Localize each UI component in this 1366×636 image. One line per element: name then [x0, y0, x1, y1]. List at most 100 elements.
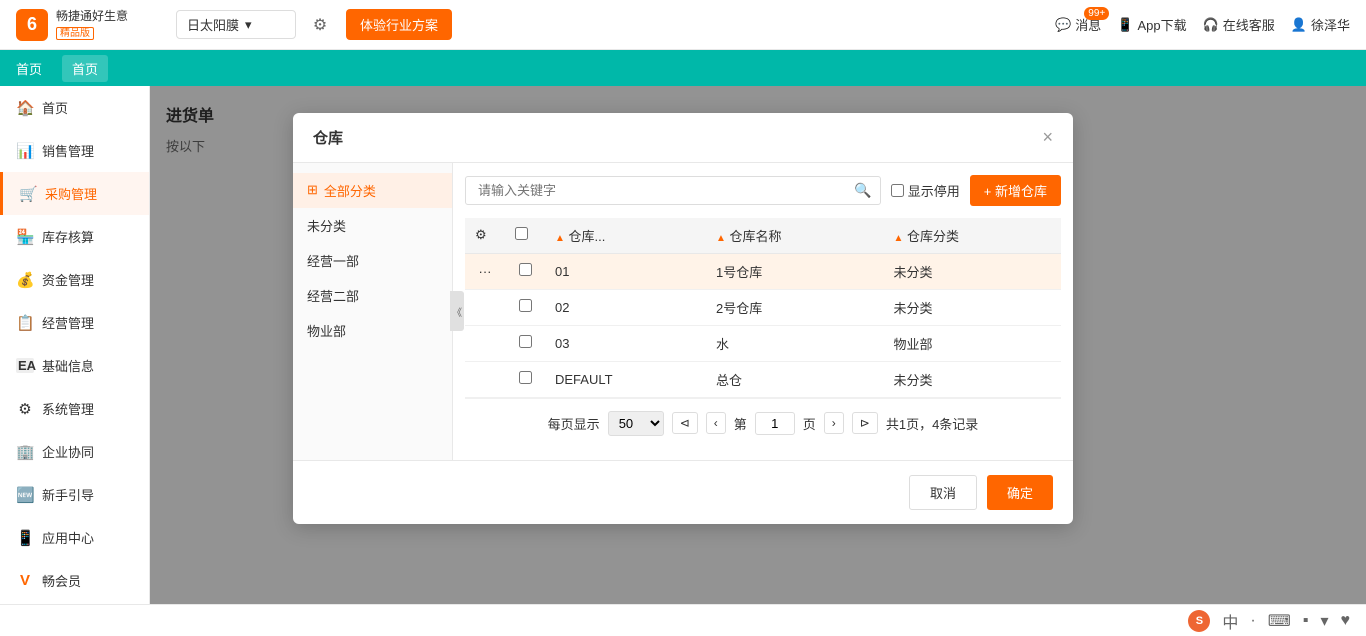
sidebar-item-enterprise[interactable]: 🏢 企业协同 [0, 430, 149, 473]
settings-button[interactable]: ⚙ [304, 9, 336, 41]
col-checkbox [505, 218, 545, 254]
top-header: 6 畅捷通好生意 精品版 日太阳膜 ▾ ⚙ 体验行业方案 💬 消息 99+ 📱 … [0, 0, 1366, 50]
confirm-button[interactable]: 确定 [987, 475, 1053, 510]
sidebar-label-operation: 经营管理 [42, 313, 94, 332]
sidebar-item-newbie[interactable]: 🆕 新手引导 [0, 473, 149, 516]
show-disabled-label[interactable]: 显示停用 [891, 181, 960, 200]
table-row[interactable]: DEFAULT 总仓 未分类 [465, 361, 1061, 397]
cancel-button[interactable]: 取消 [909, 475, 977, 510]
store-selector[interactable]: 日太阳膜 ▾ [176, 10, 296, 39]
toolbar-icon1[interactable]: ▪ [1303, 612, 1309, 630]
sidebar-label-vip: 畅会员 [42, 571, 81, 590]
dot-icon: · [1250, 612, 1255, 630]
category-all-label: 全部分类 [324, 181, 376, 200]
row-num-1: 01 [545, 253, 706, 289]
first-page-button[interactable]: ⊲ [672, 412, 698, 434]
heart-icon[interactable]: ♥ [1341, 612, 1351, 630]
sidebar-label-system: 系统管理 [42, 399, 94, 418]
sidebar-item-operation[interactable]: 📋 经营管理 [0, 301, 149, 344]
purchase-icon: 🛒 [19, 185, 37, 203]
sidebar-item-finance[interactable]: 💰 资金管理 [0, 258, 149, 301]
sidebar-item-purchase[interactable]: 🛒 采购管理 [0, 172, 149, 215]
message-icon: 💬 [1055, 17, 1071, 33]
current-page[interactable]: 首页 [62, 55, 108, 82]
row-checkbox [505, 253, 545, 289]
add-warehouse-button[interactable]: + 新增仓库 [970, 175, 1061, 206]
page-suffix: 页 [803, 414, 816, 433]
warehouse-panel: 🔍 显示停用 + 新增仓库 ⚙ [453, 163, 1073, 460]
col-gear: ⚙ [465, 218, 505, 254]
sidebar-item-sales[interactable]: 📊 销售管理 [0, 129, 149, 172]
sidebar-item-apps[interactable]: 📱 应用中心 [0, 516, 149, 559]
category-item-unclassified[interactable]: 未分类 [293, 208, 452, 243]
user-item[interactable]: 👤 徐泽华 [1291, 15, 1350, 34]
app-name: 畅捷通好生意 [56, 9, 128, 25]
per-page-select[interactable]: 50 10 20 100 [608, 411, 664, 436]
bottom-bar: S 中 · ⌨ ▪ ▾ ♥ [0, 604, 1366, 636]
sidebar-item-basic-info[interactable]: EA 基础信息 [0, 344, 149, 387]
row-category-4: 未分类 [883, 361, 1061, 397]
enterprise-icon: 🏢 [16, 443, 34, 461]
row-num-4: DEFAULT [545, 361, 706, 397]
category-panel: ⊞ 全部分类 未分类 经营一部 经营二部 物业部 《 [293, 163, 453, 460]
toolbar-icon2[interactable]: ▾ [1320, 611, 1328, 631]
category-item-ops2[interactable]: 经营二部 [293, 278, 452, 313]
logo-area: 6 畅捷通好生意 精品版 [16, 9, 166, 41]
apps-icon: 📱 [16, 529, 34, 547]
vip-icon: V [16, 572, 34, 589]
row-category-1: 未分类 [883, 253, 1061, 289]
select-all-checkbox[interactable] [515, 227, 528, 240]
row-checkbox [505, 289, 545, 325]
row-gear [465, 361, 505, 397]
last-page-button[interactable]: ⊳ [852, 412, 878, 434]
show-disabled-checkbox[interactable] [891, 184, 904, 197]
row-checkbox [505, 325, 545, 361]
category-item-ops1[interactable]: 经营一部 [293, 243, 452, 278]
row-gear [465, 289, 505, 325]
col-code: ▲ 仓库... [545, 218, 706, 254]
sidebar-item-system[interactable]: ⚙ 系统管理 [0, 387, 149, 430]
search-icon[interactable]: 🔍 [854, 182, 871, 199]
next-page-button[interactable]: › [824, 412, 844, 434]
collapse-button[interactable]: 《 [450, 291, 464, 331]
inventory-icon: 🏪 [16, 228, 34, 246]
row-num-2: 02 [545, 289, 706, 325]
sidebar-label-enterprise: 企业协同 [42, 442, 94, 461]
user-name: 徐泽华 [1311, 15, 1350, 34]
sidebar: 🏠 首页 📊 销售管理 🛒 采购管理 🏪 库存核算 💰 资金管理 📋 经营管理 … [0, 86, 150, 636]
home-link[interactable]: 首页 [16, 59, 42, 78]
sales-icon: 📊 [16, 142, 34, 160]
message-item[interactable]: 💬 消息 99+ [1055, 15, 1101, 34]
modal-overlay: 仓库 × ⊞ 全部分类 未分类 经营一部 经营二部 物业部 [150, 86, 1366, 636]
sidebar-item-inventory[interactable]: 🏪 库存核算 [0, 215, 149, 258]
row-name-2: 2号仓库 [706, 289, 884, 325]
keyboard-icon[interactable]: ⌨ [1268, 611, 1291, 631]
col-category: ▲ 仓库分类 [883, 218, 1061, 254]
category-item-property[interactable]: 物业部 [293, 313, 452, 348]
category-all-icon: ⊞ [307, 182, 318, 198]
category-all-item[interactable]: ⊞ 全部分类 [293, 173, 452, 208]
modal-footer: 取消 确定 [293, 460, 1073, 524]
customer-service-item[interactable]: 🎧 在线客服 [1203, 15, 1275, 34]
finance-icon: 💰 [16, 271, 34, 289]
page-summary: 共1页，4条记录 [886, 414, 978, 433]
customer-service-label: 在线客服 [1223, 15, 1275, 34]
table-row[interactable]: 02 2号仓库 未分类 [465, 289, 1061, 325]
modal-close-button[interactable]: × [1042, 127, 1053, 148]
page-number-input[interactable] [755, 412, 795, 435]
sidebar-item-vip[interactable]: V 畅会员 [0, 559, 149, 602]
main-layout: 🏠 首页 📊 销售管理 🛒 采购管理 🏪 库存核算 💰 资金管理 📋 经营管理 … [0, 86, 1366, 636]
prev-page-button[interactable]: ‹ [706, 412, 726, 434]
app-download-item[interactable]: 📱 App下载 [1117, 15, 1186, 34]
experience-button[interactable]: 体验行业方案 [346, 9, 452, 40]
s5-logo: S [1188, 610, 1210, 632]
table-row[interactable]: 03 水 物业部 [465, 325, 1061, 361]
table-row[interactable]: ··· 01 1号仓库 未分类 [465, 253, 1061, 289]
dropdown-icon: ▾ [245, 17, 252, 33]
sidebar-item-home[interactable]: 🏠 首页 [0, 86, 149, 129]
sidebar-label-basic-info: 基础信息 [42, 356, 94, 375]
chinese-icon[interactable]: 中 [1222, 609, 1238, 633]
search-input[interactable] [474, 177, 854, 204]
row-name-3: 水 [706, 325, 884, 361]
sub-header: 首页 首页 [0, 50, 1366, 86]
